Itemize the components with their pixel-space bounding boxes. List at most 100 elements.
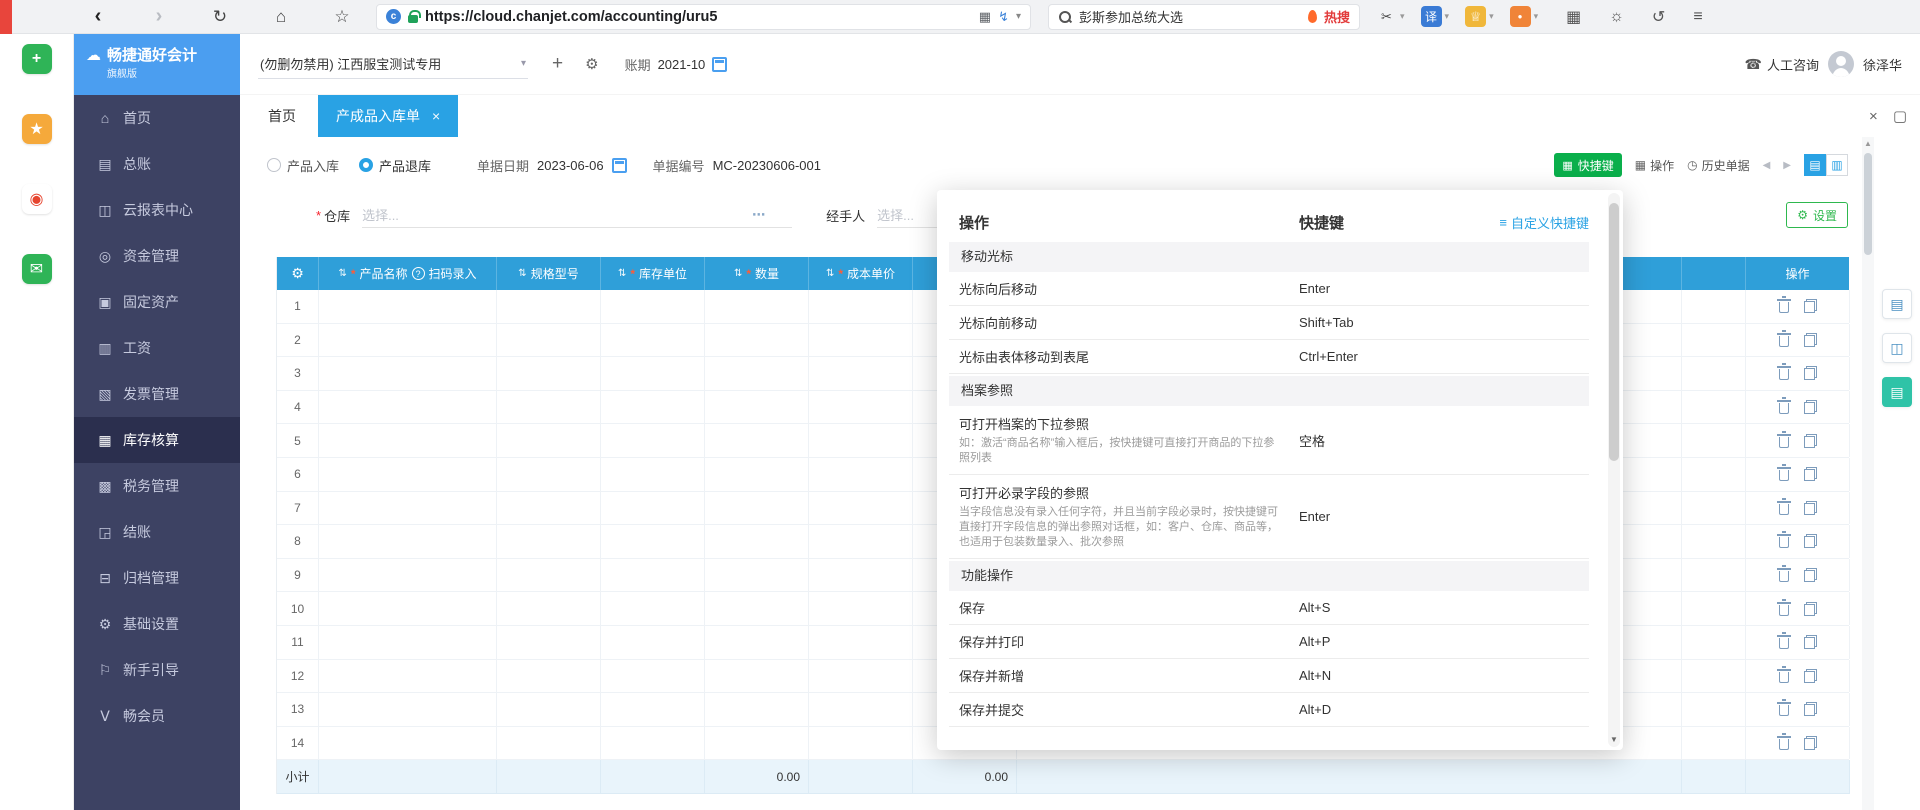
copy-row-icon[interactable] bbox=[1803, 500, 1817, 515]
address-bar[interactable]: c https://cloud.chanjet.com/accounting/u… bbox=[376, 3, 1031, 30]
translate-extension[interactable]: 译 ▾ bbox=[1420, 6, 1449, 27]
copy-row-icon[interactable] bbox=[1803, 299, 1817, 314]
delete-row-icon[interactable] bbox=[1776, 531, 1791, 549]
table-cell[interactable] bbox=[1682, 290, 1746, 323]
column-header-quantity[interactable]: ⇅ * 数量 bbox=[705, 257, 809, 290]
scissors-icon[interactable]: ✂ bbox=[1376, 6, 1397, 27]
table-cell[interactable] bbox=[319, 290, 497, 323]
table-cell[interactable] bbox=[497, 558, 601, 592]
delete-row-icon[interactable] bbox=[1776, 733, 1791, 751]
tab-home[interactable]: 首页 bbox=[246, 95, 318, 137]
sidebar-item-cloud-report[interactable]: ◫ 云报表中心 bbox=[74, 187, 240, 233]
menu-icon[interactable]: ≡ bbox=[1693, 8, 1702, 26]
scan-entry-link[interactable]: 扫码录入 bbox=[429, 265, 477, 282]
shortcut-key-button[interactable]: ▦ 快捷键 bbox=[1554, 153, 1622, 177]
sidebar-item-closing[interactable]: ◲ 结账 bbox=[74, 509, 240, 555]
url-text[interactable]: https://cloud.chanjet.com/accounting/uru… bbox=[425, 9, 972, 25]
table-cell[interactable] bbox=[601, 290, 705, 323]
refresh-icon[interactable]: ↻ bbox=[208, 5, 232, 29]
next-doc-icon[interactable]: ▶ bbox=[1783, 160, 1791, 171]
operations-button[interactable]: ▦ 操作 bbox=[1635, 157, 1674, 174]
company-selector[interactable]: (勿删勿禁用) 江西服宝测试专用 ▾ bbox=[258, 49, 528, 79]
table-cell[interactable] bbox=[809, 558, 913, 592]
table-cell[interactable] bbox=[809, 357, 913, 390]
table-cell[interactable] bbox=[809, 525, 913, 558]
copy-row-icon[interactable] bbox=[1803, 601, 1817, 616]
table-cell[interactable] bbox=[1682, 457, 1746, 491]
table-cell[interactable] bbox=[319, 390, 497, 424]
period-value[interactable]: 2021-10 bbox=[658, 57, 706, 72]
column-header-product-name[interactable]: ⇅ * 产品名称? 扫码录入 bbox=[319, 257, 497, 290]
column-header-unit-cost[interactable]: ⇅ * 成本单价 bbox=[809, 257, 913, 290]
edge-app-chanjet-icon[interactable]: + bbox=[21, 44, 52, 74]
table-cell[interactable] bbox=[1682, 424, 1746, 457]
table-cell[interactable] bbox=[319, 659, 497, 693]
sidebar-item-invoice[interactable]: ▧ 发票管理 bbox=[74, 371, 240, 417]
translate-icon[interactable]: 译 bbox=[1420, 6, 1442, 27]
qr-code-icon[interactable]: ▦ bbox=[979, 9, 991, 25]
table-cell[interactable] bbox=[705, 693, 809, 726]
table-cell[interactable] bbox=[1682, 390, 1746, 424]
table-cell[interactable] bbox=[601, 357, 705, 390]
column-header-stock-unit[interactable]: ⇅ * 库存单位 bbox=[601, 257, 705, 290]
scroll-down-icon[interactable]: ▼ bbox=[1608, 733, 1620, 746]
delete-row-icon[interactable] bbox=[1776, 665, 1791, 683]
table-cell[interactable] bbox=[319, 323, 497, 357]
table-cell[interactable] bbox=[497, 457, 601, 491]
table-cell[interactable] bbox=[601, 491, 705, 525]
delete-row-icon[interactable] bbox=[1776, 464, 1791, 482]
table-cell[interactable] bbox=[497, 726, 601, 760]
copy-row-icon[interactable] bbox=[1803, 332, 1817, 347]
sidebar-item-inventory[interactable]: ▦ 库存核算 bbox=[74, 417, 240, 463]
address-dropdown-icon[interactable]: ▾ bbox=[1016, 11, 1021, 22]
rail-stats-button[interactable]: ◫ bbox=[1882, 333, 1912, 363]
sort-icon[interactable]: ⇅ bbox=[338, 268, 346, 279]
sidebar-item-home[interactable]: ⌂ 首页 bbox=[74, 95, 240, 141]
hot-search-label[interactable]: 热搜 bbox=[1324, 7, 1350, 26]
table-cell[interactable] bbox=[319, 726, 497, 760]
table-cell[interactable] bbox=[705, 491, 809, 525]
settings-button[interactable]: ⚙ 设置 bbox=[1786, 202, 1848, 228]
table-cell[interactable] bbox=[601, 659, 705, 693]
screenshot-extension[interactable]: ✂ ▾ bbox=[1376, 6, 1404, 27]
sidebar-item-guide[interactable]: ⚐ 新手引导 bbox=[74, 647, 240, 693]
table-cell[interactable] bbox=[705, 726, 809, 760]
doc-date-value[interactable]: 2023-06-06 bbox=[537, 158, 604, 173]
warehouse-field[interactable]: 选择... ⋯ bbox=[362, 202, 793, 228]
popup-scrollbar[interactable]: ▼ bbox=[1608, 193, 1620, 747]
delete-row-icon[interactable] bbox=[1776, 296, 1791, 314]
sort-icon[interactable]: ⇅ bbox=[518, 268, 526, 279]
table-cell[interactable] bbox=[705, 457, 809, 491]
username[interactable]: 徐泽华 bbox=[1863, 55, 1902, 74]
table-cell[interactable] bbox=[497, 525, 601, 558]
search-query[interactable]: 彭斯参加总统大选 bbox=[1079, 7, 1301, 26]
copy-row-icon[interactable] bbox=[1803, 467, 1817, 482]
table-cell[interactable] bbox=[809, 323, 913, 357]
customize-shortcut-link[interactable]: ≡ 自定义快捷键 bbox=[1499, 213, 1589, 232]
table-cell[interactable] bbox=[497, 693, 601, 726]
sort-icon[interactable]: ⇅ bbox=[618, 268, 626, 279]
apps-grid-icon[interactable]: ▦ bbox=[1566, 7, 1581, 27]
table-cell[interactable] bbox=[497, 323, 601, 357]
table-cell[interactable] bbox=[809, 457, 913, 491]
table-cell[interactable] bbox=[601, 390, 705, 424]
delete-row-icon[interactable] bbox=[1776, 329, 1791, 347]
delete-row-icon[interactable] bbox=[1776, 363, 1791, 381]
vip-extension[interactable]: ♕ ▾ bbox=[1465, 6, 1494, 27]
rail-form-button[interactable]: ▤ bbox=[1882, 289, 1912, 319]
sidebar-item-fixed-assets[interactable]: ▣ 固定资产 bbox=[74, 279, 240, 325]
table-cell[interactable] bbox=[1682, 625, 1746, 659]
bookmark-star-icon[interactable]: ☆ bbox=[330, 5, 354, 29]
table-cell[interactable] bbox=[497, 625, 601, 659]
theme-icon[interactable]: ☼ bbox=[1609, 8, 1624, 26]
table-cell[interactable] bbox=[601, 693, 705, 726]
tab-close-icon[interactable]: × bbox=[432, 108, 440, 124]
rail-doc-button[interactable]: ▤ bbox=[1882, 377, 1912, 407]
table-cell[interactable] bbox=[1682, 592, 1746, 625]
doc-number-value[interactable]: MC-20230606-001 bbox=[713, 158, 821, 173]
edge-app-mail-icon[interactable]: ✉ bbox=[21, 254, 52, 284]
copy-row-icon[interactable] bbox=[1803, 668, 1817, 683]
add-button[interactable]: + bbox=[552, 53, 563, 75]
table-cell[interactable] bbox=[601, 323, 705, 357]
delete-row-icon[interactable] bbox=[1776, 632, 1791, 650]
